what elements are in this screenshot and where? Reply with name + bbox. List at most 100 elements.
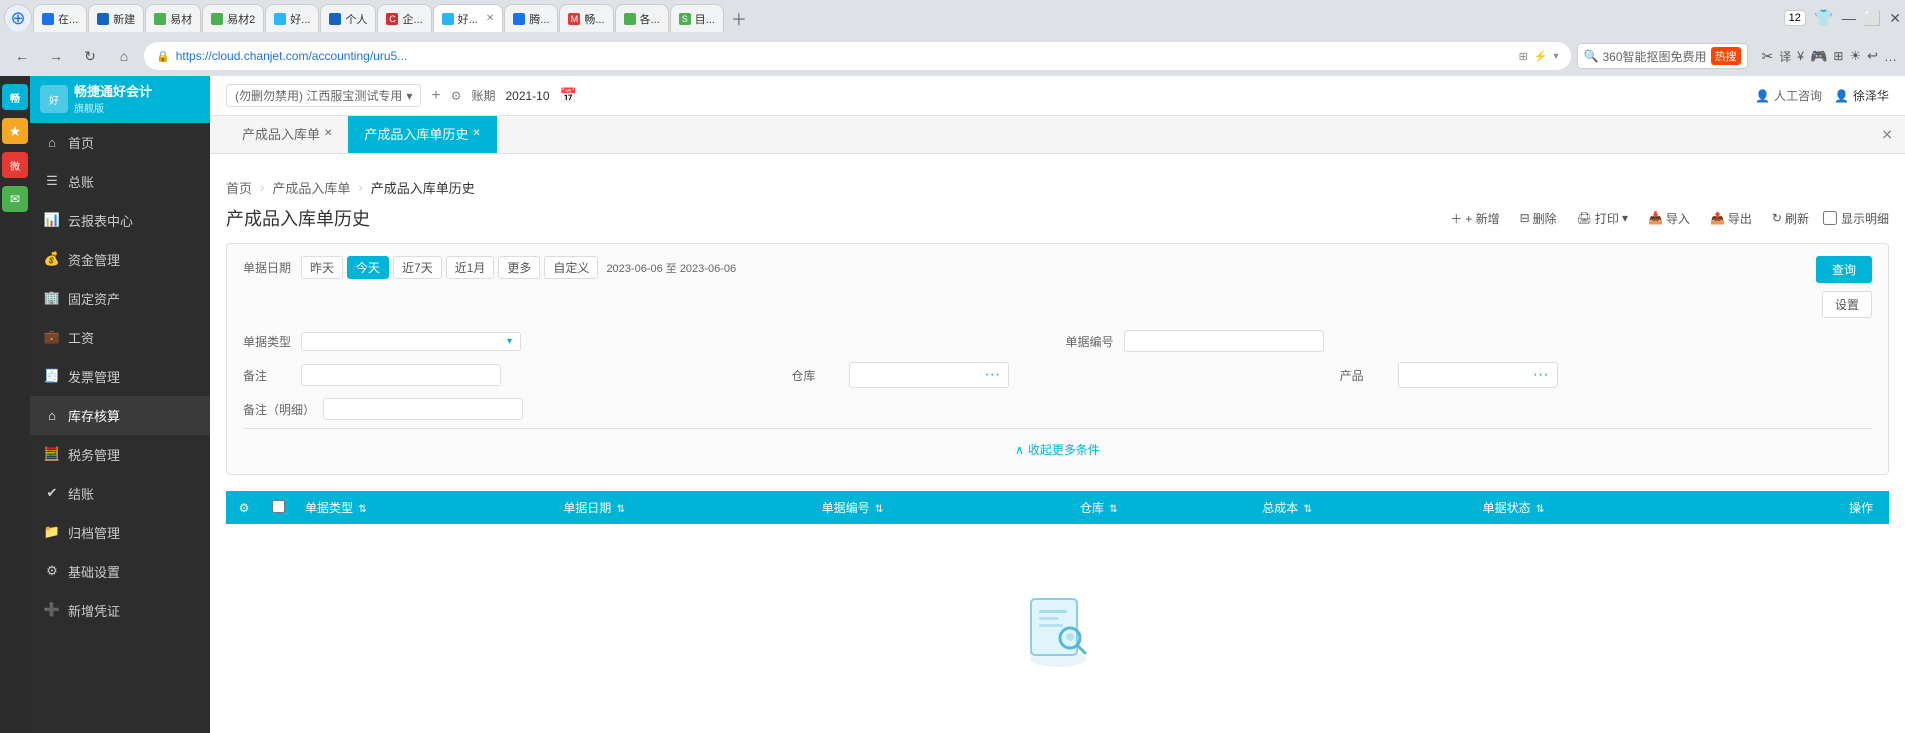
more-icon[interactable]: … [1884,49,1897,64]
breadcrumb-home[interactable]: 首页 [226,178,252,197]
refresh-button[interactable]: ↻ 刷新 [1766,207,1815,230]
tab-t7[interactable]: C 企... [377,4,431,32]
new-button[interactable]: ＋ + 新增 [1444,207,1505,230]
print-button[interactable]: 🖨 打印 ▾ [1571,207,1634,230]
tab-t11[interactable]: 各... [615,4,669,32]
icon-sidebar-mail[interactable]: ✉ [2,186,28,212]
import-label: 导入 [1666,210,1690,227]
sidebar-item-new-voucher[interactable]: ➕ 新增凭证 [30,591,210,630]
outer-close-icon[interactable]: ✕ [1881,126,1893,143]
sidebar-item-settings[interactable]: ⚙ 基础设置 [30,552,210,591]
undo-icon[interactable]: ↩ [1867,48,1878,64]
warehouse-select[interactable]: ··· [849,362,1009,388]
query-button[interactable]: 查询 [1816,256,1872,283]
th-number[interactable]: 单据编号 ⇅ [812,491,1070,524]
sidebar-item-ledger[interactable]: ☰ 总账 [30,162,210,201]
set-button[interactable]: 设置 [1822,291,1872,318]
th-checkbox[interactable] [262,491,295,524]
address-input[interactable]: 🔒 https://cloud.chanjet.com/accounting/u… [144,42,1571,70]
tab-t9[interactable]: 腾... [504,4,558,32]
sidebar-item-archive[interactable]: 📁 归档管理 [30,513,210,552]
product-select[interactable]: ··· [1398,362,1558,388]
page-tab-list[interactable]: 产成品入库单 ✕ [226,116,348,153]
new-tab-button[interactable]: ＋ [725,4,753,32]
sidebar-item-invoice[interactable]: 🧾 发票管理 [30,357,210,396]
date-btn-1month[interactable]: 近1月 [446,256,495,279]
sidebar-item-report[interactable]: 📊 云报表中心 [30,201,210,240]
company-selector[interactable]: (勿删勿禁用) 江西服宝测试专用 ▾ [226,84,421,107]
topbar-user[interactable]: 👤 徐泽华 [1834,87,1889,104]
icon-sidebar-star[interactable]: ★ [2,118,28,144]
th-type[interactable]: 单据类型 ⇅ [295,491,553,524]
date-btn-today[interactable]: 今天 [347,256,389,279]
forward-button[interactable]: → [42,42,70,70]
import-button[interactable]: 📥 导入 [1642,207,1696,230]
type-select[interactable]: ▾ [301,332,521,351]
tab-t1[interactable]: 在... [33,4,87,32]
breadcrumb-parent[interactable]: 产成品入库单 [272,178,350,197]
back-button[interactable]: ← [8,42,36,70]
sidebar-item-salary[interactable]: 💼 工资 [30,318,210,357]
page-tab-history[interactable]: 产成品入库单历史 ✕ [348,116,496,153]
tab-t3[interactable]: 易材 [145,4,201,32]
tab-t8[interactable]: 好... ✕ [433,4,504,32]
date-btn-custom[interactable]: 自定义 [544,256,598,279]
chevron-down-icon[interactable]: ▾ [1553,51,1558,62]
tab-t10[interactable]: M 畅... [559,4,613,32]
sidebar-item-fixed-assets[interactable]: 🏢 固定资产 [30,279,210,318]
date-btn-yesterday[interactable]: 昨天 [301,256,343,279]
note-detail-input[interactable] [323,398,523,420]
page-tab-history-close[interactable]: ✕ [472,128,480,139]
yuan-icon[interactable]: ¥ [1797,49,1804,63]
type-label: 单据类型 [243,333,293,350]
home-button[interactable]: ⌂ [110,42,138,70]
grid2-icon[interactable]: ⊞ [1833,49,1843,63]
tab-t2[interactable]: 新建 [88,4,144,32]
sidebar-item-report-label: 云报表中心 [68,211,133,230]
close-btn[interactable]: ✕ [1889,10,1901,27]
tab-item-navigation[interactable]: ⊕ [4,4,32,32]
collapse-button[interactable]: ∧ 收起更多条件 [243,437,1872,462]
th-status[interactable]: 单据状态 ⇅ [1473,491,1731,524]
tab-t4[interactable]: 易材2 [202,4,264,32]
icon-sidebar-weibo[interactable]: 微 [2,152,28,178]
icon-sidebar-chanjet[interactable]: 畅 [2,84,28,110]
sidebar-item-tax[interactable]: 🧮 税务管理 [30,435,210,474]
sidebar-logo[interactable]: 好 畅捷通好会计 旗舰版 [30,76,210,123]
search-box[interactable]: 🔍 360智能抠图免费用 热搜 [1577,43,1748,69]
translate-icon[interactable]: 译 [1779,48,1791,65]
tab-t5[interactable]: 好... [265,4,319,32]
sidebar-item-checkout[interactable]: ✔ 结账 [30,474,210,513]
th-warehouse[interactable]: 仓库 ⇅ [1070,491,1252,524]
select-all-checkbox[interactable] [272,500,285,513]
delete-button[interactable]: ⊟ 删除 [1514,207,1563,230]
sidebar-item-inventory[interactable]: ⌂ 库存核算 [30,396,210,435]
th-settings[interactable]: ⚙ [226,491,262,524]
th-date[interactable]: 单据日期 ⇅ [553,491,811,524]
th-type-label: 单据类型 [305,501,353,515]
settings-gear-icon[interactable]: ⚙ [451,89,462,103]
show-col-checkbox[interactable] [1823,211,1837,225]
lock-icon: 🔒 [156,50,170,63]
tab-t6[interactable]: 个人 [320,4,376,32]
sidebar-item-home[interactable]: ⌂ 首页 [30,123,210,162]
refresh-button[interactable]: ↻ [76,42,104,70]
add-company-btn[interactable]: + [431,87,440,105]
minimize-btn[interactable]: — [1842,10,1856,26]
date-btn-7days[interactable]: 近7天 [393,256,442,279]
gamepad-icon[interactable]: 🎮 [1810,48,1827,65]
tab-t12[interactable]: S 目... [670,4,724,32]
sidebar-item-funds[interactable]: 💰 资金管理 [30,240,210,279]
sun-icon[interactable]: ☀ [1849,48,1861,64]
topbar-service[interactable]: 👤 人工咨询 [1755,87,1822,104]
restore-btn[interactable]: ⬜ [1864,10,1881,27]
note-input[interactable] [301,364,501,386]
page-tab-list-close[interactable]: ✕ [324,128,332,139]
date-btn-more[interactable]: 更多 [498,256,540,279]
calendar-icon[interactable]: 📅 [560,87,577,104]
th-total-cost[interactable]: 总成本 ⇅ [1252,491,1472,524]
export-button[interactable]: 📤 导出 [1704,207,1758,230]
tab-close-t8[interactable]: ✕ [486,13,494,24]
number-input[interactable] [1124,330,1324,352]
import-icon: 📥 [1648,211,1663,225]
